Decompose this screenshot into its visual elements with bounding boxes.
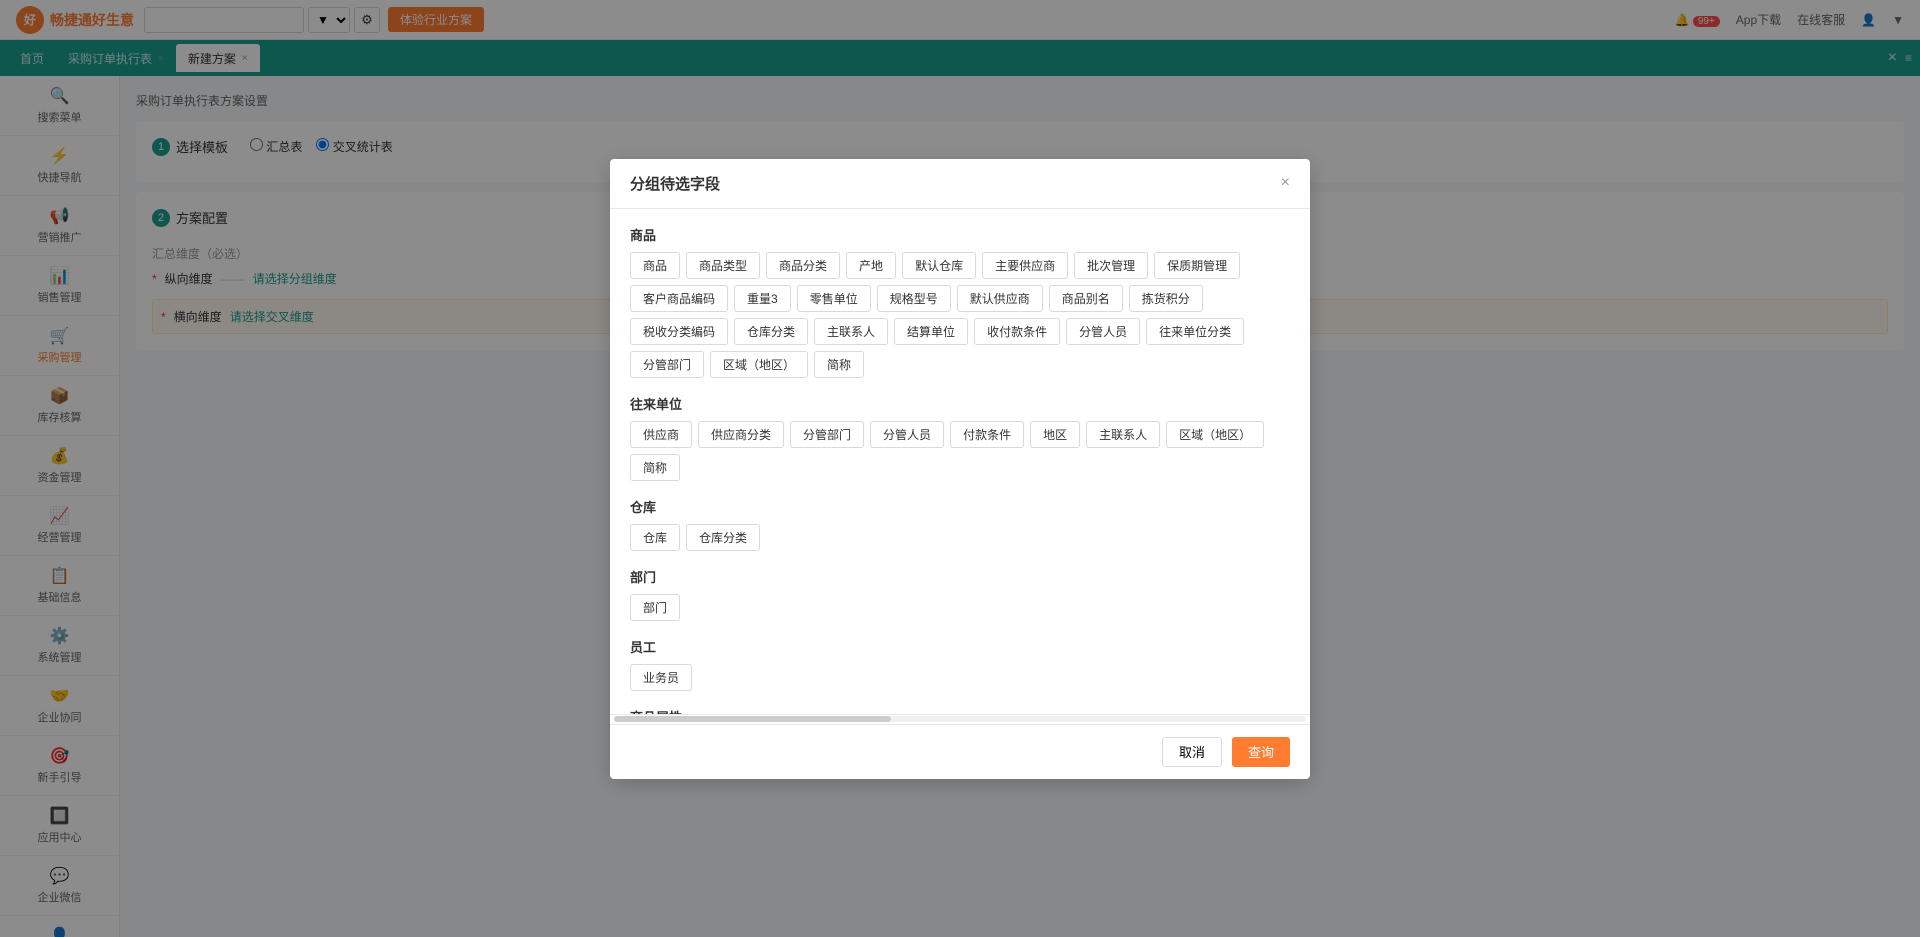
field-tag-main-supplier[interactable]: 主要供应商 [982,252,1068,279]
field-tag-supplier[interactable]: 供应商 [630,421,692,448]
field-tag-dept-in-charge[interactable]: 分管部门 [630,351,704,378]
section-employee-title: 员工 [630,637,1290,656]
field-tag-default-warehouse[interactable]: 默认仓库 [902,252,976,279]
section-warehouse-title: 仓库 [630,497,1290,516]
field-tag-partner-category[interactable]: 往来单位分类 [1146,318,1244,345]
modal-horizontal-scrollbar[interactable] [610,714,1310,724]
field-tag-customer-code[interactable]: 客户商品编码 [630,285,728,312]
hscroll-thumb [614,716,891,722]
field-tag-partner-person[interactable]: 分管人员 [870,421,944,448]
field-tag-short-name2[interactable]: 简称 [630,454,680,481]
section-partner-title: 往来单位 [630,394,1290,413]
section-dept-title: 部门 [630,567,1290,586]
field-tag-payment-cond[interactable]: 付款条件 [950,421,1024,448]
section-goods: 商品 商品 商品类型 商品分类 产地 默认仓库 主要供应商 批次管理 保质期管理… [630,225,1290,378]
field-tag-dept[interactable]: 部门 [630,594,680,621]
section-goods-attr-title: 商品属性 [630,707,1290,714]
field-tag-goods-category[interactable]: 商品分类 [766,252,840,279]
modal-header: 分组待选字段 × [610,159,1310,209]
field-selection-modal: 分组待选字段 × 商品 商品 商品类型 商品分类 产地 默认仓库 主要供应商 批… [610,159,1310,779]
field-tag-warehouse[interactable]: 仓库 [630,524,680,551]
modal-title: 分组待选字段 [630,173,720,194]
field-tag-payment-terms[interactable]: 收付款条件 [974,318,1060,345]
field-tag-main-contact[interactable]: 主联系人 [814,318,888,345]
field-tag-retail-unit[interactable]: 零售单位 [797,285,871,312]
field-tag-warehouse-cat[interactable]: 仓库分类 [686,524,760,551]
section-dept-tags: 部门 [630,594,1290,621]
field-tag-settlement-unit[interactable]: 结算单位 [894,318,968,345]
field-tag-origin[interactable]: 产地 [846,252,896,279]
section-dept: 部门 部门 [630,567,1290,621]
field-tag-area[interactable]: 地区 [1030,421,1080,448]
section-goods-title: 商品 [630,225,1290,244]
field-tag-goods-alias[interactable]: 商品别名 [1049,285,1123,312]
field-tag-salesperson[interactable]: 业务员 [630,664,692,691]
field-tag-tax-code[interactable]: 税收分类编码 [630,318,728,345]
field-tag-goods[interactable]: 商品 [630,252,680,279]
field-tag-main-contact2[interactable]: 主联系人 [1086,421,1160,448]
field-tag-batch-mgmt[interactable]: 批次管理 [1074,252,1148,279]
section-partner: 往来单位 供应商 供应商分类 分管部门 分管人员 付款条件 地区 主联系人 区域… [630,394,1290,481]
field-tag-supplier-category[interactable]: 供应商分类 [698,421,784,448]
section-goods-attr: 商品属性 属性 颜色 多规格 尺码 鞋码 1 [630,707,1290,714]
field-tag-expiry-mgmt[interactable]: 保质期管理 [1154,252,1240,279]
field-tag-warehouse-category[interactable]: 仓库分类 [734,318,808,345]
field-tag-short-name[interactable]: 简称 [814,351,864,378]
cancel-button[interactable]: 取消 [1162,737,1222,767]
field-tag-goods-type[interactable]: 商品类型 [686,252,760,279]
hscroll-track [614,716,1306,722]
field-tag-partner-dept[interactable]: 分管部门 [790,421,864,448]
modal-footer: 取消 查询 [610,724,1310,779]
field-tag-weight3[interactable]: 重量3 [734,285,791,312]
modal-close-button[interactable]: × [1281,174,1290,192]
section-goods-tags: 商品 商品类型 商品分类 产地 默认仓库 主要供应商 批次管理 保质期管理 客户… [630,252,1290,378]
field-tag-region2[interactable]: 区域（地区） [1166,421,1264,448]
section-employee-tags: 业务员 [630,664,1290,691]
field-tag-default-supplier[interactable]: 默认供应商 [957,285,1043,312]
field-tag-spec-model[interactable]: 规格型号 [877,285,951,312]
modal-overlay[interactable]: 分组待选字段 × 商品 商品 商品类型 商品分类 产地 默认仓库 主要供应商 批… [0,0,1920,937]
confirm-button[interactable]: 查询 [1232,737,1290,767]
field-tag-region[interactable]: 区域（地区） [710,351,808,378]
section-warehouse: 仓库 仓库 仓库分类 [630,497,1290,551]
field-tag-person-in-charge[interactable]: 分管人员 [1066,318,1140,345]
field-tag-pick-points[interactable]: 拣货积分 [1129,285,1203,312]
section-warehouse-tags: 仓库 仓库分类 [630,524,1290,551]
section-employee: 员工 业务员 [630,637,1290,691]
modal-body[interactable]: 商品 商品 商品类型 商品分类 产地 默认仓库 主要供应商 批次管理 保质期管理… [610,209,1310,714]
section-partner-tags: 供应商 供应商分类 分管部门 分管人员 付款条件 地区 主联系人 区域（地区） … [630,421,1290,481]
